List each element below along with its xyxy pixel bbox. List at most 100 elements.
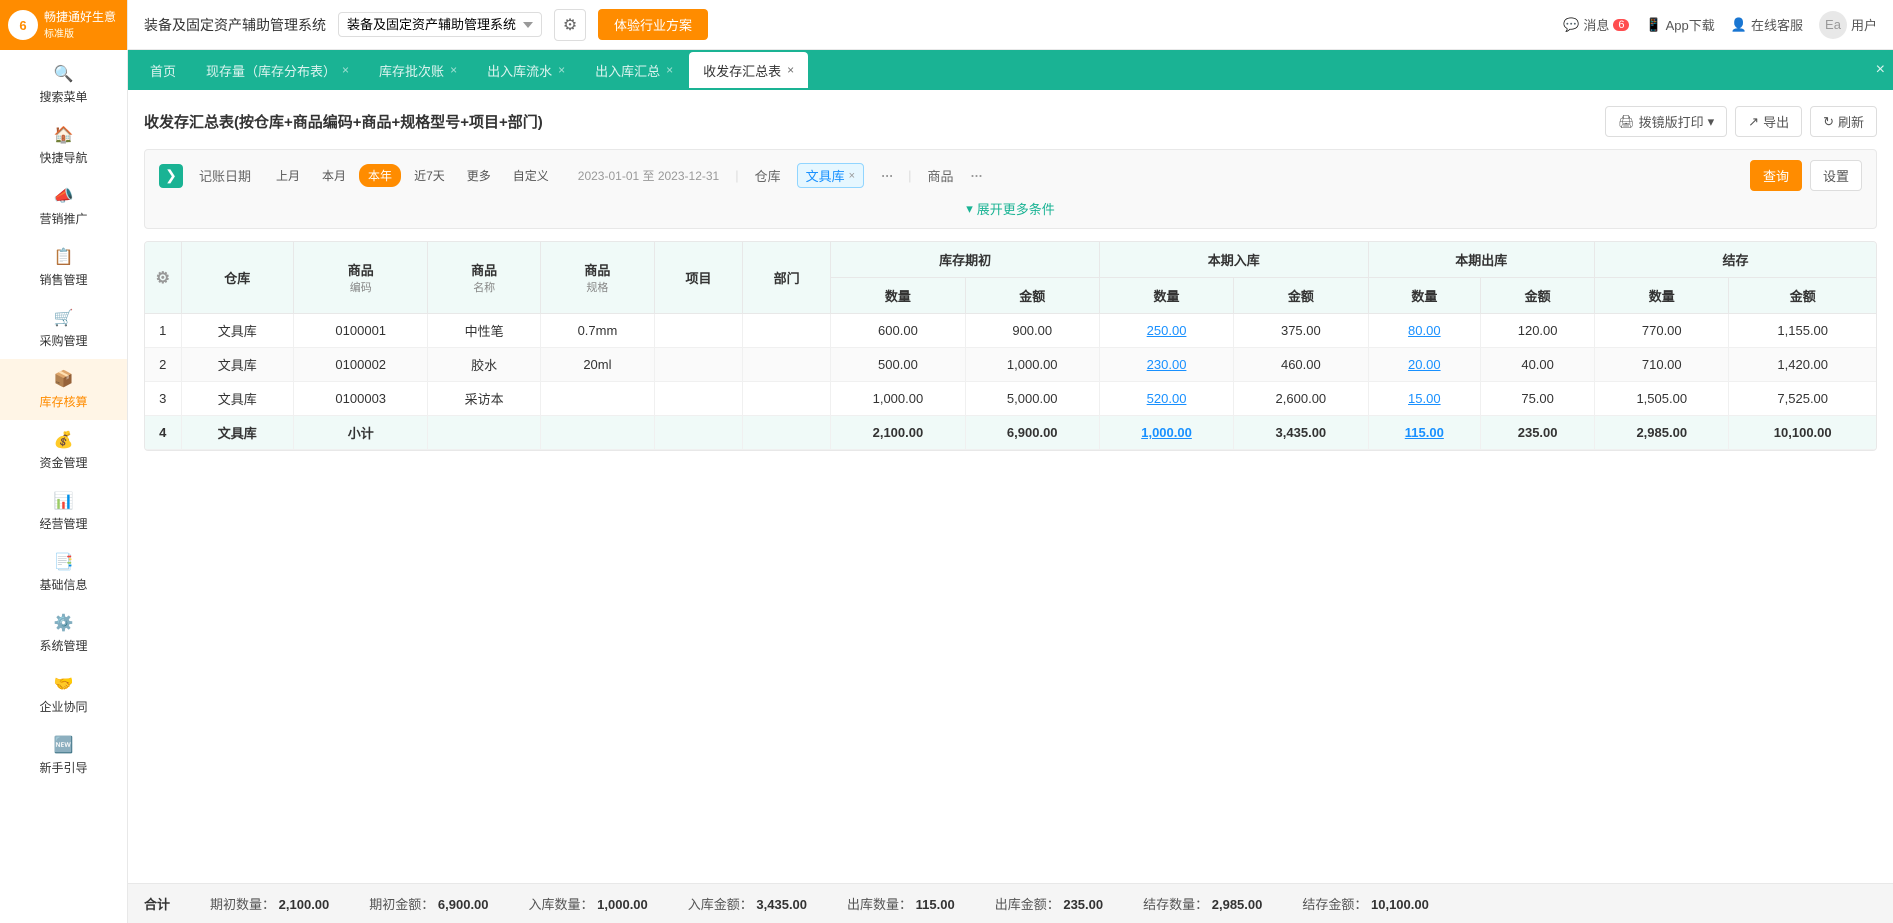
- topbar-right: 💬 消息 6 📱 App下载 👤 在线客服 Ea 用户: [1563, 11, 1877, 39]
- export-icon: ↗: [1748, 114, 1759, 130]
- app-icon: 📱: [1645, 17, 1661, 33]
- row1-in-qty[interactable]: 250.00: [1099, 314, 1233, 348]
- settings-btn[interactable]: 设置: [1810, 160, 1862, 191]
- message-button[interactable]: 💬 消息 6: [1563, 15, 1629, 34]
- date-btn-custom[interactable]: 自定义: [504, 164, 558, 187]
- query-btn[interactable]: 查询: [1750, 160, 1802, 191]
- message-badge: 6: [1613, 19, 1629, 31]
- sidebar-item-inventory[interactable]: 📦 库存核算: [0, 359, 127, 420]
- sidebar-item-system-label: 系统管理: [39, 637, 87, 654]
- warehouse-tag-close[interactable]: ×: [849, 170, 855, 182]
- date-btn-this-year[interactable]: 本年: [359, 164, 401, 187]
- experience-btn[interactable]: 体验行业方案: [598, 9, 708, 40]
- base-icon: 📑: [54, 552, 74, 572]
- total-out-qty: 115.00: [916, 897, 955, 912]
- logo-badge: 标准版: [44, 25, 116, 40]
- guide-icon: 🆕: [54, 735, 74, 755]
- subtotal-open-qty: 2,100.00: [831, 416, 965, 450]
- row1-in-amt: 375.00: [1234, 314, 1368, 348]
- table-gear-icon[interactable]: ⚙: [156, 270, 170, 287]
- subtotal-num: 4: [145, 416, 181, 450]
- chevron-down-icon: ▾: [1708, 114, 1715, 130]
- sidebar-item-sales-label: 销售管理: [39, 271, 87, 288]
- date-btn-this-month[interactable]: 本月: [313, 164, 355, 187]
- page-title: 收发存汇总表(按仓库+商品编码+商品+规格型号+项目+部门): [144, 111, 543, 132]
- row3-out-qty[interactable]: 15.00: [1368, 382, 1481, 416]
- th-bal-qty: 数量: [1595, 278, 1729, 314]
- date-btn-last-month[interactable]: 上月: [267, 164, 309, 187]
- topbar: 装备及固定资产辅助管理系统 装备及固定资产辅助管理系统 ⚙ 体验行业方案 💬 消…: [128, 0, 1893, 50]
- filter-toggle[interactable]: ❯: [159, 164, 183, 188]
- tab-inout-flow[interactable]: 出入库流水 ×: [473, 52, 579, 88]
- th-gear[interactable]: ⚙: [145, 242, 181, 314]
- row3-spec: [540, 382, 654, 416]
- sidebar-item-base[interactable]: 📑 基础信息: [0, 542, 127, 603]
- sidebar-item-purchase[interactable]: 🛒 采购管理: [0, 298, 127, 359]
- expand-conditions[interactable]: ▾ 展开更多条件: [159, 199, 1862, 218]
- row3-num: 3: [145, 382, 181, 416]
- date-btn-more[interactable]: 更多: [458, 164, 500, 187]
- export-btn[interactable]: ↗ 导出: [1735, 106, 1802, 137]
- print-btn[interactable]: 🖨 拨镜版打印 ▾: [1605, 106, 1727, 137]
- tab-recv-sum[interactable]: 收发存汇总表 ×: [689, 52, 808, 88]
- online-service-button[interactable]: 👤 在线客服: [1731, 15, 1803, 34]
- sidebar-item-marketing[interactable]: 📣 营销推广: [0, 176, 127, 237]
- th-group-in: 本期入库: [1099, 242, 1368, 278]
- sidebar-item-quick[interactable]: 🏠 快捷导航: [0, 115, 127, 176]
- tab-home[interactable]: 首页: [136, 52, 190, 88]
- warehouse-more[interactable]: ···: [880, 165, 892, 186]
- tabs-bar: 首页 现存量（库存分布表） × 库存批次账 × 出入库流水 × 出入库汇总 × …: [128, 50, 1893, 90]
- goods-label: 商品: [927, 166, 953, 185]
- date-btn-7days[interactable]: 近7天: [405, 164, 454, 187]
- close-all-tabs[interactable]: ×: [1876, 61, 1885, 79]
- row1-project: [654, 314, 742, 348]
- tab-inout-flow-close[interactable]: ×: [558, 63, 565, 77]
- subtotal-open-amt: 6,900.00: [965, 416, 1099, 450]
- tab-inout-sum[interactable]: 出入库汇总 ×: [581, 52, 687, 88]
- tab-stock-dist[interactable]: 现存量（库存分布表） ×: [192, 52, 363, 88]
- subtotal-in-qty[interactable]: 1,000.00: [1099, 416, 1233, 450]
- th-group-opening: 库存期初: [831, 242, 1100, 278]
- subtotal-out-qty[interactable]: 115.00: [1368, 416, 1481, 450]
- row1-open-amt: 900.00: [965, 314, 1099, 348]
- sidebar-item-system[interactable]: ⚙️ 系统管理: [0, 603, 127, 664]
- tab-inout-flow-label: 出入库流水: [487, 61, 552, 80]
- tab-batch[interactable]: 库存批次账 ×: [365, 52, 471, 88]
- tab-inout-sum-close[interactable]: ×: [666, 63, 673, 77]
- data-table: ⚙ 仓库 商品编码 商品名称 商品规格 项目 部门 库存期初 本期入库 本期出库…: [145, 242, 1876, 450]
- row1-name: 中性笔: [428, 314, 541, 348]
- row3-open-qty: 1,000.00: [831, 382, 965, 416]
- refresh-btn[interactable]: ↻ 刷新: [1810, 106, 1877, 137]
- tab-recv-sum-close[interactable]: ×: [787, 63, 794, 77]
- tab-stock-dist-close[interactable]: ×: [342, 63, 349, 77]
- sidebar-item-search[interactable]: 🔍 搜索菜单: [0, 54, 127, 115]
- sidebar-item-sales[interactable]: 📋 销售管理: [0, 237, 127, 298]
- row1-out-qty[interactable]: 80.00: [1368, 314, 1481, 348]
- sidebar-item-corp[interactable]: 🤝 企业协同: [0, 664, 127, 725]
- sidebar-item-guide[interactable]: 🆕 新手引导: [0, 725, 127, 786]
- search-icon: 🔍: [54, 64, 74, 84]
- gear-button[interactable]: ⚙: [554, 9, 586, 41]
- corp-icon: 🤝: [54, 674, 74, 694]
- row3-bal-amt: 7,525.00: [1729, 382, 1876, 416]
- query-label: 查询: [1763, 166, 1789, 185]
- sidebar-item-operation[interactable]: 📊 经营管理: [0, 481, 127, 542]
- total-label: 合计: [144, 894, 170, 913]
- sidebar-item-finance[interactable]: 💰 资金管理: [0, 420, 127, 481]
- row2-out-amt: 40.00: [1481, 348, 1595, 382]
- app-download-button[interactable]: 📱 App下载: [1645, 15, 1714, 34]
- row3-in-qty[interactable]: 520.00: [1099, 382, 1233, 416]
- system-select[interactable]: 装备及固定资产辅助管理系统: [338, 12, 542, 37]
- goods-more[interactable]: ···: [969, 165, 981, 186]
- sidebar-item-quick-label: 快捷导航: [39, 149, 87, 166]
- th-bal-amt: 金额: [1729, 278, 1876, 314]
- sidebar-item-marketing-label: 营销推广: [39, 210, 87, 227]
- subtotal-out-amt: 235.00: [1481, 416, 1595, 450]
- tab-batch-close[interactable]: ×: [450, 63, 457, 77]
- row2-in-qty[interactable]: 230.00: [1099, 348, 1233, 382]
- table-row: 2 文具库 0100002 胶水 20ml 500.00 1,000.00 23…: [145, 348, 1876, 382]
- row2-out-qty[interactable]: 20.00: [1368, 348, 1481, 382]
- user-menu[interactable]: Ea 用户: [1819, 11, 1877, 39]
- sidebar-item-inventory-label: 库存核算: [39, 393, 87, 410]
- print-icon: 🖨: [1618, 114, 1635, 130]
